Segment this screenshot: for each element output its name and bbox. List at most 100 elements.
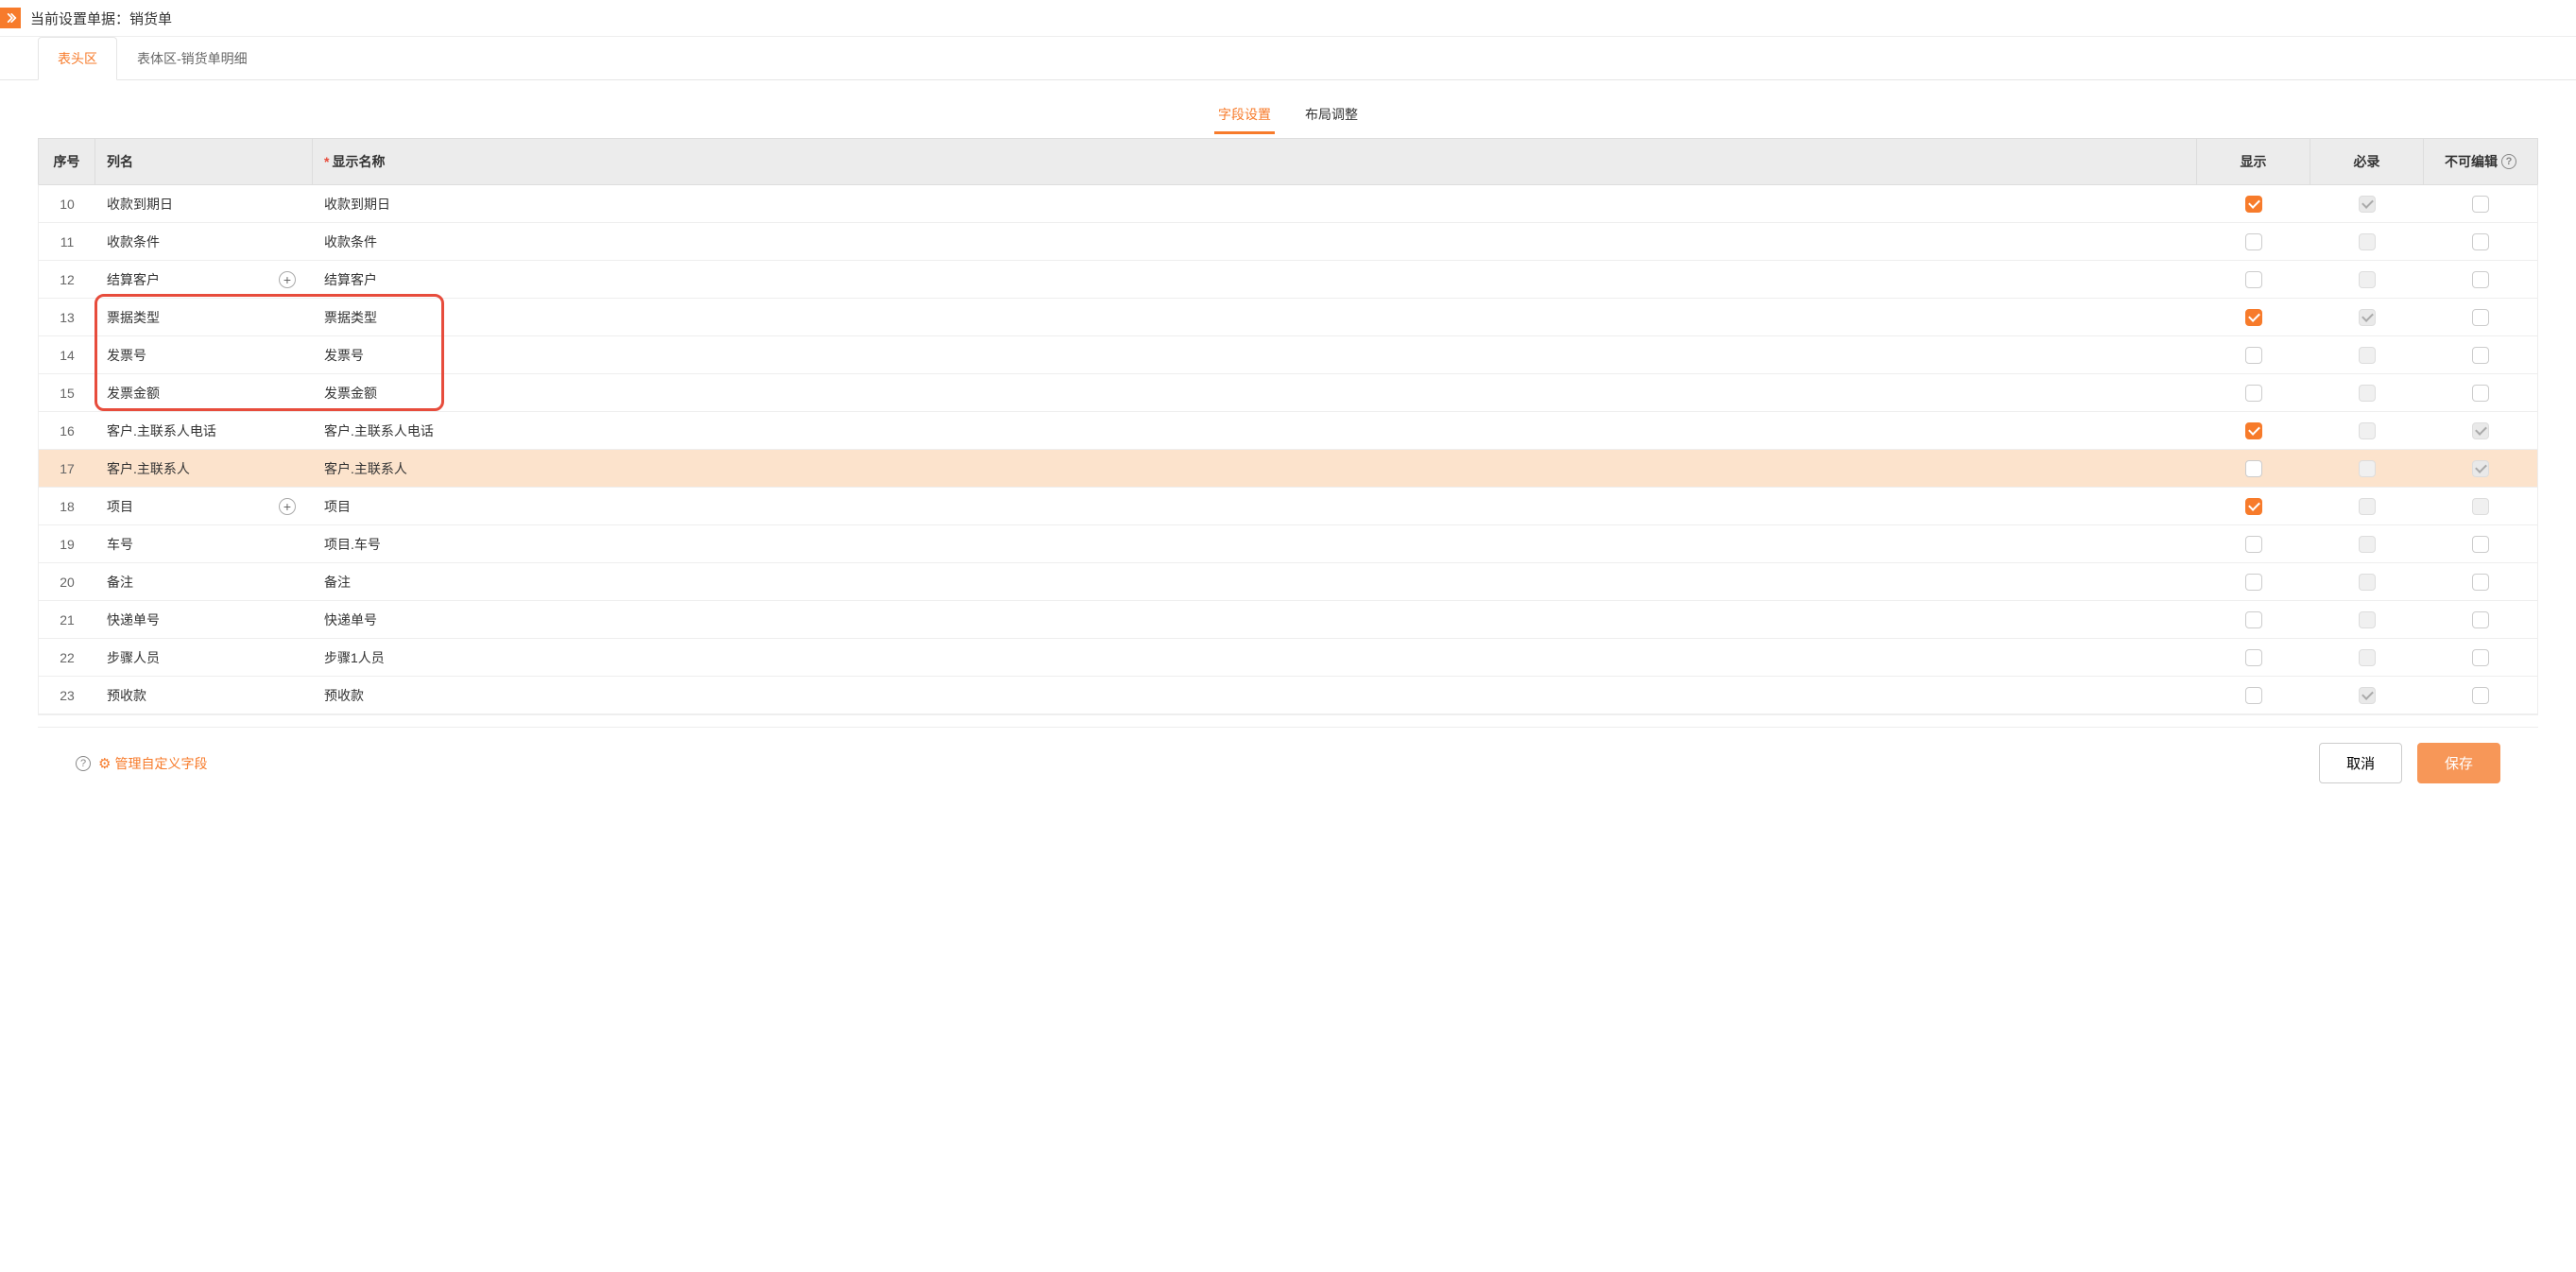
row-readonly-cell [2424, 233, 2537, 250]
show-checkbox[interactable] [2245, 536, 2262, 553]
show-checkbox[interactable] [2245, 385, 2262, 402]
row-seq: 22 [39, 650, 95, 665]
show-checkbox[interactable] [2245, 498, 2262, 515]
table-row[interactable]: 21快递单号快递单号 [39, 601, 2537, 639]
table-row[interactable]: 19车号项目.车号 [39, 525, 2537, 563]
row-name-cell: 快递单号 [95, 610, 313, 629]
readonly-checkbox[interactable] [2472, 687, 2489, 704]
table-row[interactable]: 14发票号发票号 [39, 336, 2537, 374]
row-display-name[interactable]: 步骤1人员 [313, 648, 2197, 667]
row-display-name[interactable]: 客户.主联系人电话 [313, 421, 2197, 440]
required-checkbox [2359, 385, 2376, 402]
row-name: 客户.主联系人电话 [107, 421, 216, 440]
row-display-name[interactable]: 收款条件 [313, 232, 2197, 251]
readonly-checkbox[interactable] [2472, 574, 2489, 591]
show-checkbox[interactable] [2245, 611, 2262, 628]
readonly-checkbox[interactable] [2472, 233, 2489, 250]
readonly-checkbox[interactable] [2472, 347, 2489, 364]
table-row[interactable]: 10收款到期日收款到期日 [39, 185, 2537, 223]
row-required-cell [2310, 649, 2424, 666]
row-readonly-cell [2424, 574, 2537, 591]
sub-tab-0[interactable]: 字段设置 [1214, 97, 1275, 134]
row-seq: 17 [39, 461, 95, 476]
row-name: 发票金额 [107, 384, 160, 403]
readonly-checkbox[interactable] [2472, 309, 2489, 326]
row-display-name[interactable]: 收款到期日 [313, 195, 2197, 214]
table-row[interactable]: 15发票金额发票金额 [39, 374, 2537, 412]
row-required-cell [2310, 611, 2424, 628]
row-name-cell: 预收款 [95, 686, 313, 705]
row-display-name[interactable]: 项目.车号 [313, 535, 2197, 554]
sub-tab-1[interactable]: 布局调整 [1301, 97, 1362, 134]
row-name-cell: 结算客户 + [95, 270, 313, 289]
row-name: 客户.主联系人 [107, 459, 190, 478]
row-display-name[interactable]: 票据类型 [313, 308, 2197, 327]
collapse-toggle[interactable] [0, 8, 21, 28]
show-checkbox[interactable] [2245, 687, 2262, 704]
show-checkbox[interactable] [2245, 574, 2262, 591]
table-row[interactable]: 16客户.主联系人电话客户.主联系人电话 [39, 412, 2537, 450]
show-checkbox[interactable] [2245, 347, 2262, 364]
table-row[interactable]: 20备注备注 [39, 563, 2537, 601]
main-tabs: 表头区表体区-销货单明细 [0, 37, 2576, 80]
row-required-cell [2310, 347, 2424, 364]
table-row[interactable]: 17 客户.主联系人 客户.主联系人 [39, 450, 2537, 488]
col-readonly-label: 不可编辑 [2445, 152, 2498, 171]
sub-tabs: 字段设置布局调整 [0, 80, 2576, 134]
table-row[interactable]: 12结算客户+结算客户 [39, 261, 2537, 299]
required-checkbox [2359, 611, 2376, 628]
readonly-checkbox[interactable] [2472, 536, 2489, 553]
tab-0[interactable]: 表头区 [38, 37, 117, 80]
row-show-cell [2197, 385, 2310, 402]
help-icon[interactable]: ? [2501, 154, 2516, 169]
show-checkbox[interactable] [2245, 309, 2262, 326]
header-doc-name: 销货单 [129, 9, 172, 28]
required-checkbox [2359, 347, 2376, 364]
row-readonly-cell [2424, 498, 2537, 515]
cancel-button[interactable]: 取消 [2319, 743, 2402, 783]
show-checkbox[interactable] [2245, 271, 2262, 288]
show-checkbox[interactable] [2245, 649, 2262, 666]
row-show-cell [2197, 536, 2310, 553]
row-name-cell: 收款条件 [95, 232, 313, 251]
row-display-name[interactable]: 发票金额 [313, 384, 2197, 403]
readonly-checkbox[interactable] [2472, 271, 2489, 288]
readonly-checkbox[interactable] [2472, 611, 2489, 628]
readonly-checkbox[interactable] [2472, 649, 2489, 666]
row-display-name[interactable]: 快递单号 [313, 610, 2197, 629]
row-required-cell [2310, 498, 2424, 515]
table-row[interactable]: 22步骤人员步骤1人员 [39, 639, 2537, 677]
row-display-name[interactable]: 结算客户 [313, 270, 2197, 289]
manage-custom-fields-link[interactable]: ⚙管理自定义字段 [98, 754, 207, 773]
table-row[interactable]: 23预收款预收款 [39, 677, 2537, 714]
row-display-name[interactable]: 预收款 [313, 686, 2197, 705]
table-row[interactable]: 11收款条件收款条件 [39, 223, 2537, 261]
save-button[interactable]: 保存 [2417, 743, 2500, 783]
table-row[interactable]: 13票据类型票据类型 [39, 299, 2537, 336]
readonly-checkbox[interactable] [2472, 196, 2489, 213]
row-readonly-cell [2424, 536, 2537, 553]
required-checkbox [2359, 309, 2376, 326]
row-display-name[interactable]: 项目 [313, 497, 2197, 516]
row-display-name[interactable]: 客户.主联系人 [313, 459, 2197, 478]
row-name-cell: 发票金额 [95, 384, 313, 403]
show-checkbox[interactable] [2245, 460, 2262, 477]
row-display-name[interactable]: 发票号 [313, 346, 2197, 365]
row-display-name[interactable]: 备注 [313, 573, 2197, 592]
row-name: 结算客户 [107, 270, 160, 289]
expand-icon[interactable]: + [279, 271, 296, 288]
expand-icon[interactable]: + [279, 498, 296, 515]
row-readonly-cell [2424, 385, 2537, 402]
show-checkbox[interactable] [2245, 233, 2262, 250]
footer-bar: ? ⚙管理自定义字段 取消 保存 [38, 727, 2538, 799]
tab-1[interactable]: 表体区-销货单明细 [117, 37, 267, 80]
row-readonly-cell [2424, 347, 2537, 364]
show-checkbox[interactable] [2245, 422, 2262, 439]
show-checkbox[interactable] [2245, 196, 2262, 213]
help-icon[interactable]: ? [76, 756, 91, 771]
row-show-cell [2197, 498, 2310, 515]
table-row[interactable]: 18项目+项目 [39, 488, 2537, 525]
readonly-checkbox[interactable] [2472, 385, 2489, 402]
required-star-icon: * [324, 154, 329, 169]
row-show-cell [2197, 687, 2310, 704]
